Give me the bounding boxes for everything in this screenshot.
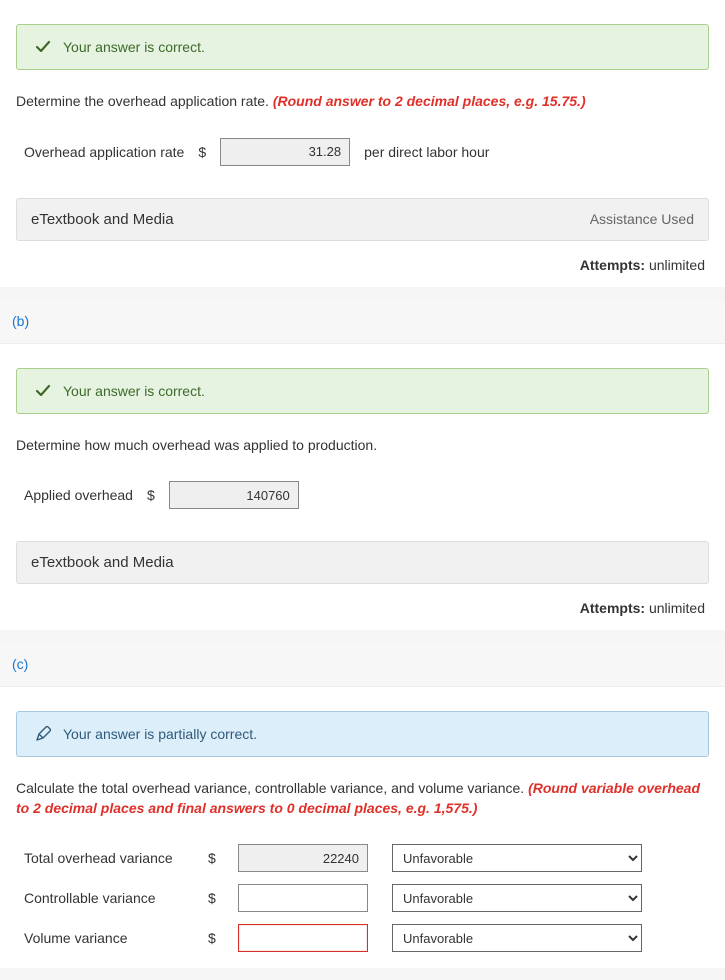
label-controllable-variance: Controllable variance (24, 890, 194, 906)
part-b-label: (b) (0, 299, 725, 344)
etextbook-bar[interactable]: eTextbook and Media Assistance Used (16, 198, 709, 241)
attempts-line: Attempts: unlimited (16, 249, 709, 287)
input-total-overhead-variance[interactable] (238, 844, 368, 872)
label-volume-variance: Volume variance (24, 930, 194, 946)
feedback-banner-partial: Your answer is partially correct. (16, 711, 709, 757)
etextbook-label: eTextbook and Media (31, 211, 174, 228)
select-volume-variance[interactable]: Unfavorable (392, 924, 642, 952)
select-total-overhead-variance[interactable]: Unfavorable (392, 844, 642, 872)
instruction: Calculate the total overhead variance, c… (16, 775, 709, 838)
feedback-text: Your answer is partially correct. (63, 726, 257, 742)
currency-symbol: $ (198, 144, 206, 160)
assistance-used: Assistance Used (590, 211, 694, 227)
part-c-label: (c) (0, 642, 725, 687)
feedback-text: Your answer is correct. (63, 383, 205, 399)
currency-symbol: $ (208, 930, 224, 946)
input-volume-variance[interactable] (238, 924, 368, 952)
attempts-line: Attempts: unlimited (16, 592, 709, 630)
etextbook-bar[interactable]: eTextbook and Media (16, 541, 709, 584)
input-row-overhead-rate: Overhead application rate $ per direct l… (16, 132, 709, 190)
currency-symbol: $ (208, 890, 224, 906)
instruction-plain: Calculate the total overhead variance, c… (16, 780, 528, 796)
instruction-plain: Determine how much overhead was applied … (16, 437, 377, 453)
part-b-card: (b) Your answer is correct. Determine ho… (0, 299, 725, 631)
attempts-value: unlimited (645, 600, 705, 616)
pencil-icon (35, 726, 51, 742)
label-total-overhead-variance: Total overhead variance (24, 850, 194, 866)
check-icon (35, 39, 51, 55)
etextbook-label: eTextbook and Media (31, 554, 174, 571)
feedback-banner-correct: Your answer is correct. (16, 24, 709, 70)
instruction-plain: Determine the overhead application rate. (16, 93, 273, 109)
currency-symbol: $ (147, 487, 155, 503)
part-a-card: Your answer is correct. Determine the ov… (0, 0, 725, 287)
label-applied-overhead: Applied overhead (24, 487, 133, 503)
feedback-banner-correct: Your answer is correct. (16, 368, 709, 414)
instruction: Determine how much overhead was applied … (16, 432, 709, 476)
unit-label: per direct labor hour (364, 144, 489, 160)
attempts-label: Attempts: (580, 257, 645, 273)
attempts-label: Attempts: (580, 600, 645, 616)
input-controllable-variance[interactable] (238, 884, 368, 912)
feedback-text: Your answer is correct. (63, 39, 205, 55)
part-c-card: (c) Your answer is partially correct. Ca… (0, 642, 725, 968)
attempts-value: unlimited (645, 257, 705, 273)
select-controllable-variance[interactable]: Unfavorable (392, 884, 642, 912)
input-overhead-rate[interactable] (220, 138, 350, 166)
instruction-rounding: (Round answer to 2 decimal places, e.g. … (273, 93, 586, 109)
input-row-applied-overhead: Applied overhead $ (16, 475, 709, 533)
variance-grid: Total overhead variance $ Unfavorable Co… (16, 838, 709, 968)
currency-symbol: $ (208, 850, 224, 866)
label-overhead-rate: Overhead application rate (24, 144, 184, 160)
instruction: Determine the overhead application rate.… (16, 88, 709, 132)
check-icon (35, 383, 51, 399)
input-applied-overhead[interactable] (169, 481, 299, 509)
